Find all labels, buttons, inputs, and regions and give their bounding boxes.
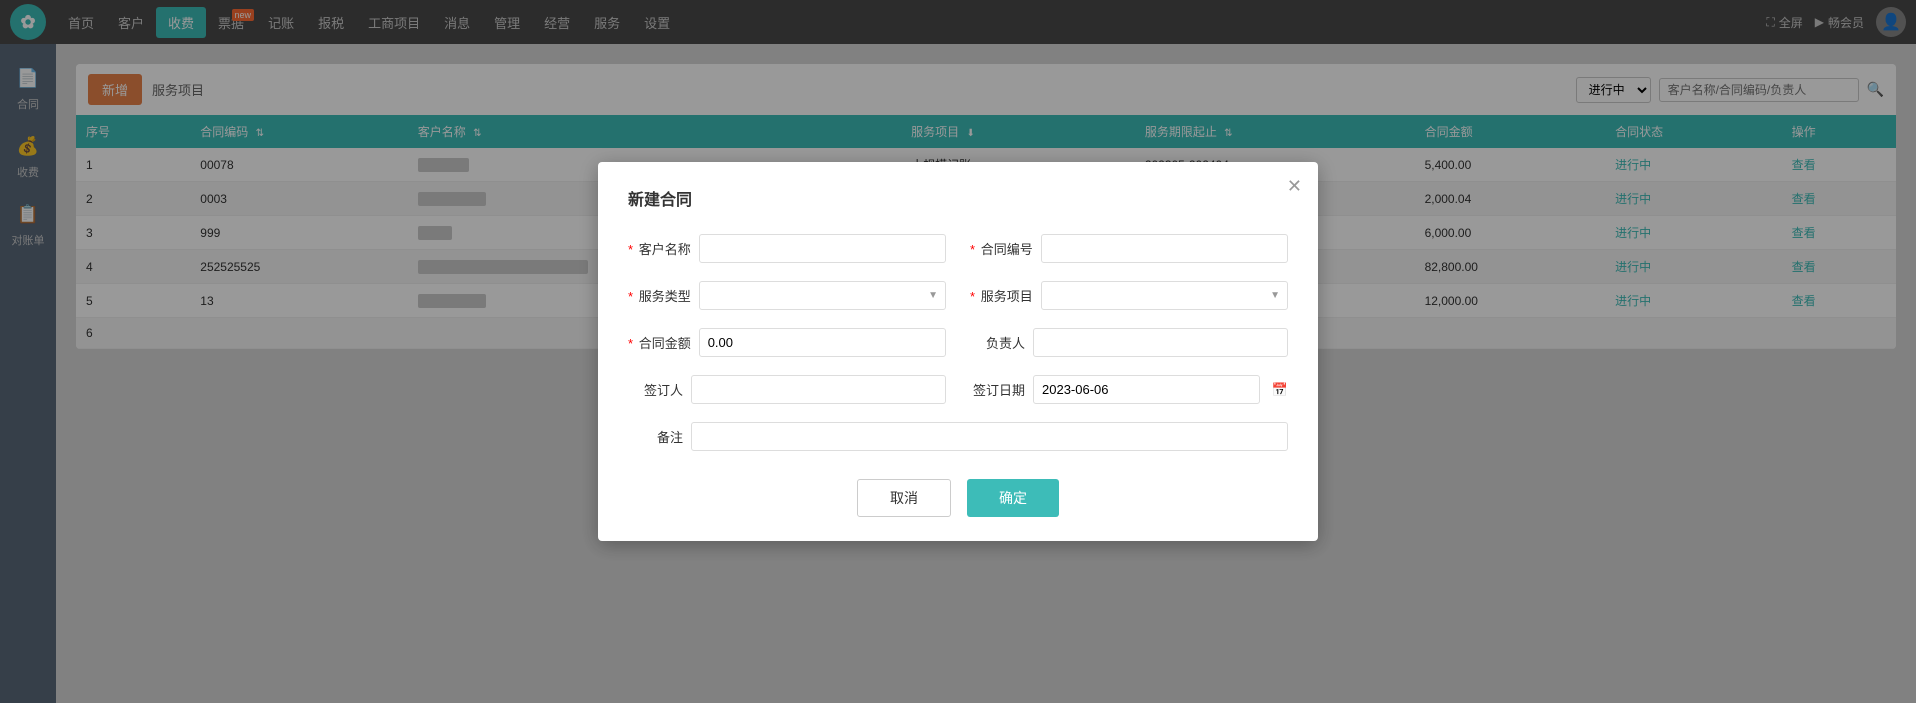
field-contract-no: * 合同编号 xyxy=(970,234,1288,263)
field-service-type: * 服务类型 ▼ xyxy=(628,281,946,310)
calendar-icon[interactable]: 📅 xyxy=(1272,382,1288,398)
input-sign-date[interactable] xyxy=(1033,375,1260,404)
modal-overlay[interactable]: ✕ 新建合同 * 客户名称 * 合同编号 xyxy=(0,0,1916,703)
field-responsible: 负责人 xyxy=(970,328,1288,357)
dialog-close-button[interactable]: ✕ xyxy=(1287,176,1302,197)
label-responsible: 负责人 xyxy=(970,333,1025,352)
label-signer: 签订人 xyxy=(628,380,683,399)
cancel-button[interactable]: 取消 xyxy=(857,479,951,517)
new-contract-dialog: ✕ 新建合同 * 客户名称 * 合同编号 xyxy=(598,162,1318,541)
form-row-5: 备注 xyxy=(628,422,1288,451)
label-service-type: * 服务类型 xyxy=(628,286,691,305)
field-remark: 备注 xyxy=(628,422,1288,451)
input-contract-amount[interactable] xyxy=(699,328,946,357)
field-service-item: * 服务项目 ▼ xyxy=(970,281,1288,310)
required-mark-5: * xyxy=(628,336,633,351)
label-customer-name: * 客户名称 xyxy=(628,239,691,258)
label-contract-amount: * 合同金额 xyxy=(628,333,691,352)
label-contract-no: * 合同编号 xyxy=(970,239,1033,258)
confirm-button[interactable]: 确定 xyxy=(967,479,1059,517)
input-contract-no[interactable] xyxy=(1041,234,1288,263)
field-customer-name: * 客户名称 xyxy=(628,234,946,263)
form-row-1: * 客户名称 * 合同编号 xyxy=(628,234,1288,263)
label-sign-date: 签订日期 xyxy=(970,380,1025,399)
form-row-3: * 合同金额 负责人 xyxy=(628,328,1288,357)
select-wrapper-service-type: ▼ xyxy=(699,281,946,310)
required-mark-1: * xyxy=(628,242,633,257)
select-service-type[interactable] xyxy=(699,281,946,310)
input-customer-name[interactable] xyxy=(699,234,946,263)
input-signer[interactable] xyxy=(691,375,946,404)
required-mark-4: * xyxy=(970,289,975,304)
field-signer: 签订人 xyxy=(628,375,946,404)
input-remark[interactable] xyxy=(691,422,1288,451)
form-row-2: * 服务类型 ▼ * 服务项目 ▼ xyxy=(628,281,1288,310)
select-wrapper-service-item: ▼ xyxy=(1041,281,1288,310)
label-remark: 备注 xyxy=(628,427,683,446)
form-row-4: 签订人 签订日期 📅 xyxy=(628,375,1288,404)
field-sign-date: 签订日期 📅 xyxy=(970,375,1288,404)
dialog-title: 新建合同 xyxy=(628,186,1288,210)
input-responsible[interactable] xyxy=(1033,328,1288,357)
label-service-item: * 服务项目 xyxy=(970,286,1033,305)
required-mark-3: * xyxy=(628,289,633,304)
required-mark-2: * xyxy=(970,242,975,257)
field-contract-amount: * 合同金额 xyxy=(628,328,946,357)
select-service-item[interactable] xyxy=(1041,281,1288,310)
dialog-footer: 取消 确定 xyxy=(628,479,1288,517)
